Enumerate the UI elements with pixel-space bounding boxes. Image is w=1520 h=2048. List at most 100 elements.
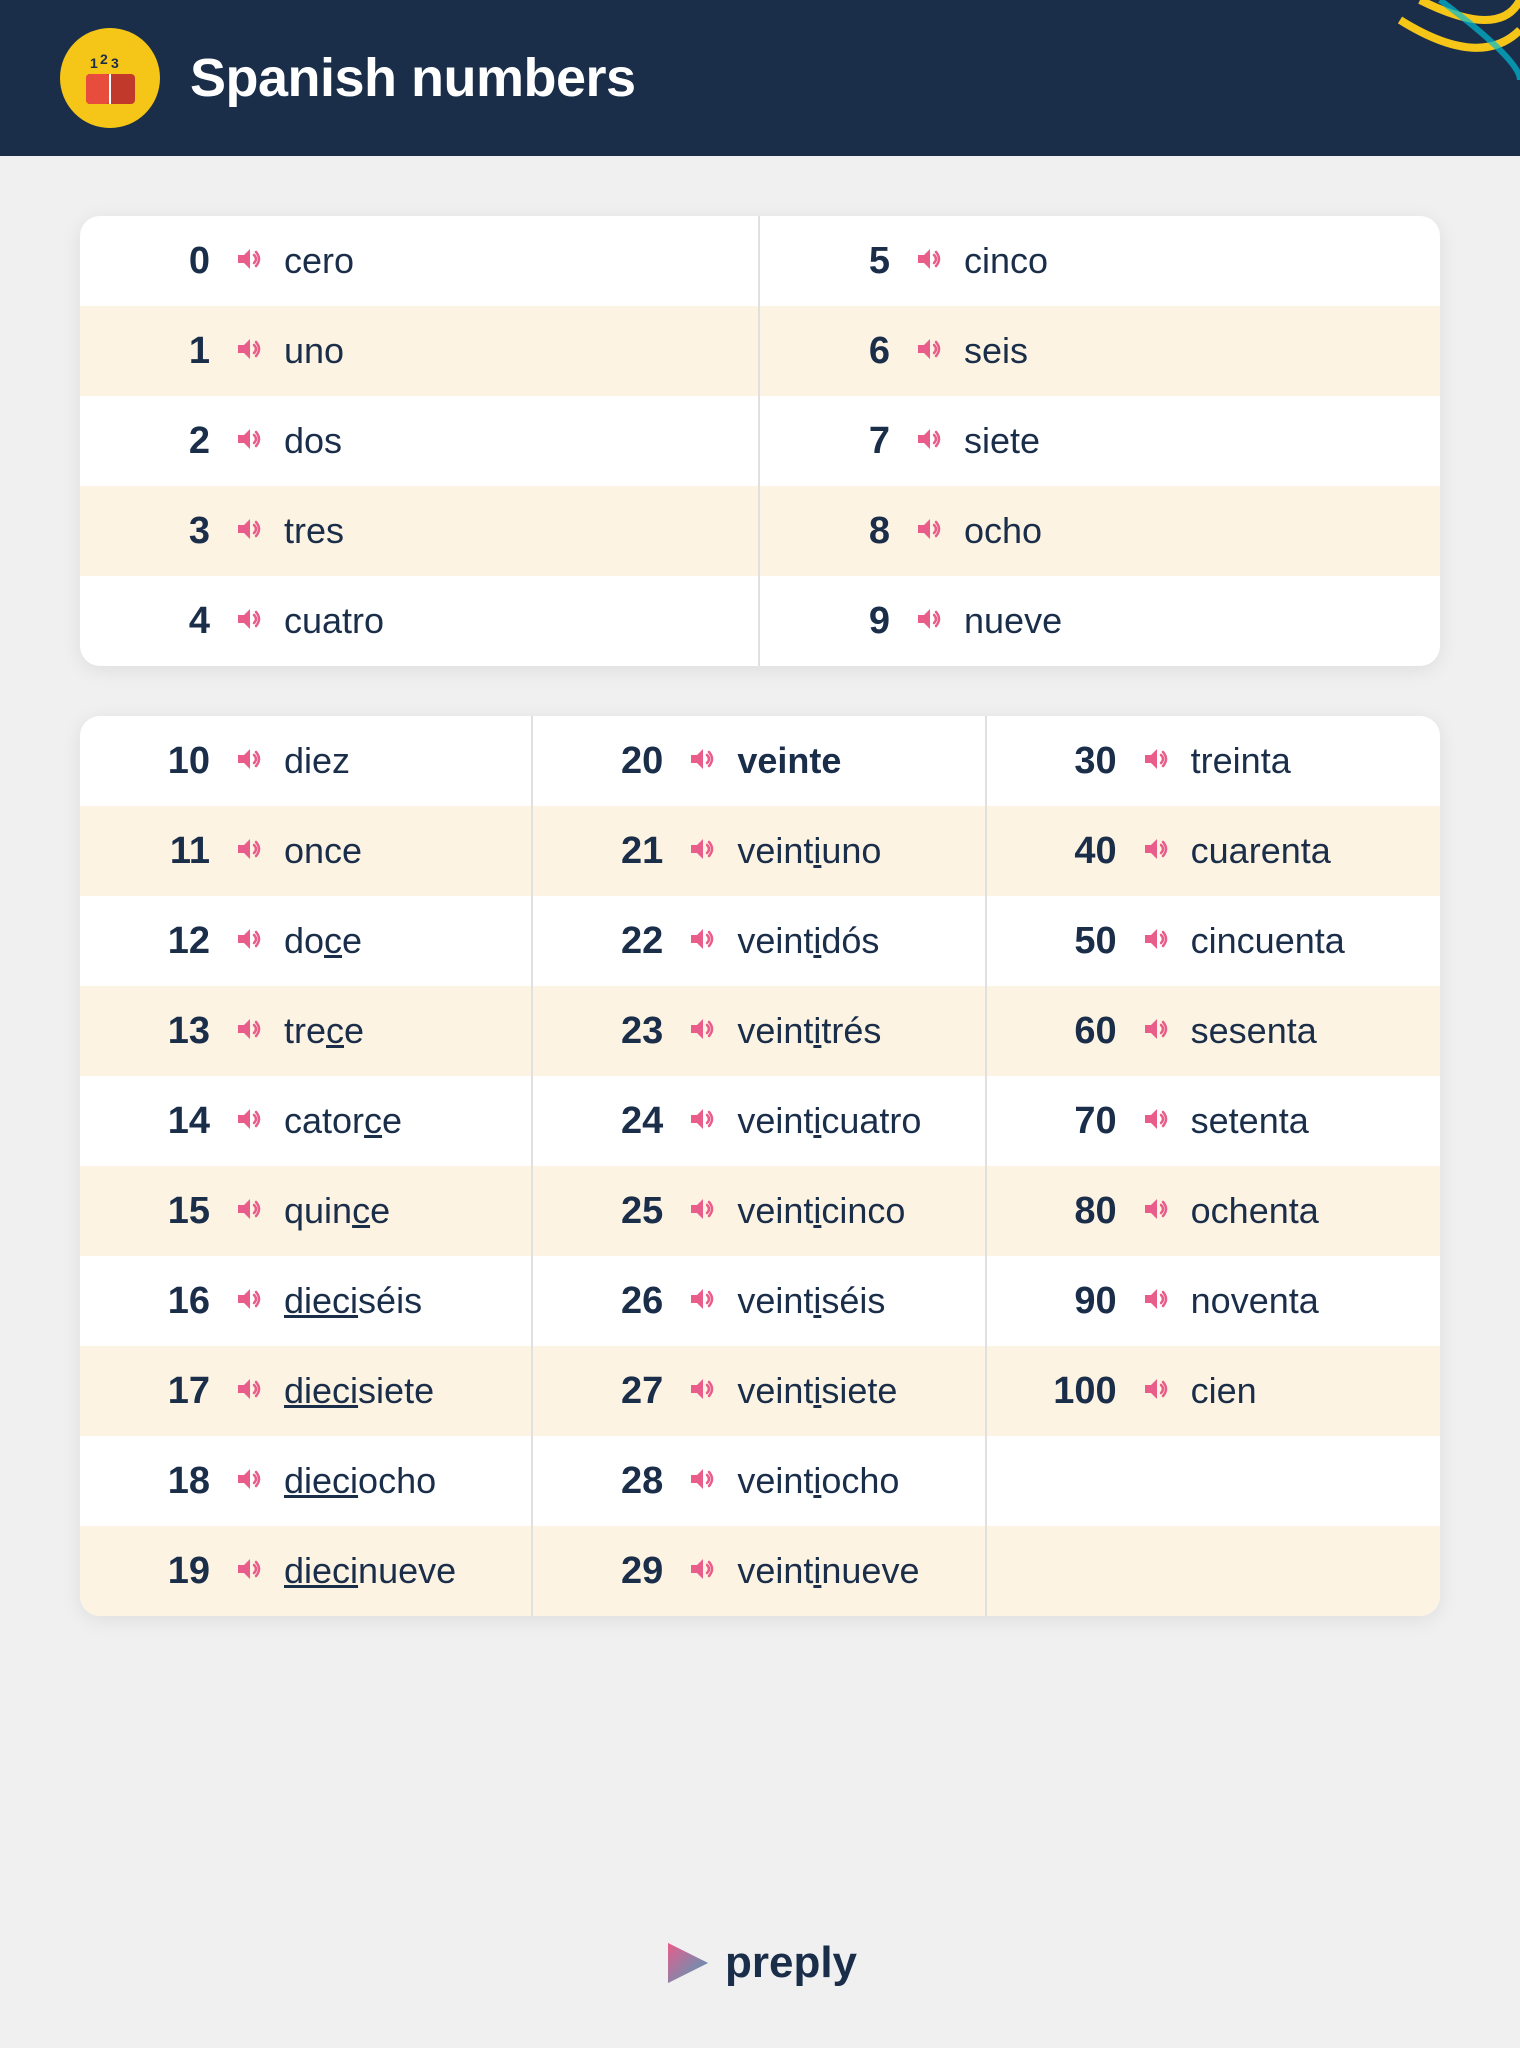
word-23: veintitrés <box>737 1010 881 1052</box>
num-7: 7 <box>800 420 890 463</box>
row-28: 28 veintiocho <box>533 1436 984 1526</box>
num-24: 24 <box>573 1100 663 1143</box>
audio-icon-5[interactable] <box>910 241 946 282</box>
num-1: 1 <box>120 330 210 373</box>
audio-icon-30[interactable] <box>1137 741 1173 782</box>
audio-icon-6[interactable] <box>910 331 946 372</box>
num-27: 27 <box>573 1370 663 1413</box>
audio-icon-7[interactable] <box>910 421 946 462</box>
num-15: 15 <box>120 1190 210 1233</box>
audio-icon-13[interactable] <box>230 1011 266 1052</box>
audio-icon-22[interactable] <box>683 921 719 962</box>
audio-icon-40[interactable] <box>1137 831 1173 872</box>
audio-icon-4[interactable] <box>230 601 266 642</box>
row-12: 12 doce <box>80 896 531 986</box>
word-0: cero <box>284 240 354 282</box>
audio-icon-8[interactable] <box>910 511 946 552</box>
svg-text:3: 3 <box>111 55 119 71</box>
num-19: 19 <box>120 1550 210 1593</box>
row-13: 13 trece <box>80 986 531 1076</box>
audio-icon-9[interactable] <box>910 601 946 642</box>
word-60: sesenta <box>1191 1010 1317 1052</box>
row-7: 7 siete <box>760 396 1440 486</box>
numbers-table-0-9: 0 cero 1 <box>80 216 1440 666</box>
row-5: 5 cinco <box>760 216 1440 306</box>
row-8: 8 ocho <box>760 486 1440 576</box>
audio-icon-100[interactable] <box>1137 1371 1173 1412</box>
row-11: 11 once <box>80 806 531 896</box>
audio-icon-18[interactable] <box>230 1461 266 1502</box>
audio-icon-70[interactable] <box>1137 1101 1173 1142</box>
audio-icon-10[interactable] <box>230 741 266 782</box>
row-16: 16 dieciséis <box>80 1256 531 1346</box>
audio-icon-29[interactable] <box>683 1551 719 1592</box>
row-6: 6 seis <box>760 306 1440 396</box>
audio-icon-60[interactable] <box>1137 1011 1173 1052</box>
word-10: diez <box>284 740 350 782</box>
row-10: 10 diez <box>80 716 531 806</box>
audio-icon-50[interactable] <box>1137 921 1173 962</box>
num-2: 2 <box>120 420 210 463</box>
num-11: 11 <box>120 830 210 873</box>
num-18: 18 <box>120 1460 210 1503</box>
row-50: 50 cincuenta <box>987 896 1440 986</box>
audio-icon-17[interactable] <box>230 1371 266 1412</box>
audio-icon-1[interactable] <box>230 331 266 372</box>
word-30: treinta <box>1191 740 1291 782</box>
audio-icon-21[interactable] <box>683 831 719 872</box>
preply-brand: preply <box>725 1938 857 1988</box>
row-23: 23 veintitrés <box>533 986 984 1076</box>
word-6: seis <box>964 330 1028 372</box>
num-25: 25 <box>573 1190 663 1233</box>
num-20: 20 <box>573 740 663 783</box>
row-4: 4 cuatro <box>80 576 758 666</box>
audio-icon-16[interactable] <box>230 1281 266 1322</box>
row-21: 21 veintiuno <box>533 806 984 896</box>
row-90: 90 noventa <box>987 1256 1440 1346</box>
num-30: 30 <box>1027 740 1117 783</box>
row-24: 24 veinticuatro <box>533 1076 984 1166</box>
row-20: 20 veinte <box>533 716 984 806</box>
row-26: 26 veintiséis <box>533 1256 984 1346</box>
num-22: 22 <box>573 920 663 963</box>
word-100: cien <box>1191 1370 1257 1412</box>
word-12: doce <box>284 920 362 962</box>
audio-icon-20[interactable] <box>683 741 719 782</box>
word-1: uno <box>284 330 344 372</box>
audio-icon-15[interactable] <box>230 1191 266 1232</box>
audio-icon-26[interactable] <box>683 1281 719 1322</box>
word-40: cuarenta <box>1191 830 1331 872</box>
audio-icon-0[interactable] <box>230 241 266 282</box>
audio-icon-24[interactable] <box>683 1101 719 1142</box>
main-content: 0 cero 1 <box>0 156 1520 1676</box>
audio-icon-12[interactable] <box>230 921 266 962</box>
audio-icon-27[interactable] <box>683 1371 719 1412</box>
word-11: once <box>284 830 362 872</box>
row-80: 80 ochenta <box>987 1166 1440 1256</box>
row-40: 40 cuarenta <box>987 806 1440 896</box>
row-14: 14 catorce <box>80 1076 531 1166</box>
word-3: tres <box>284 510 344 552</box>
preply-logo: preply <box>663 1938 857 1988</box>
audio-icon-3[interactable] <box>230 511 266 552</box>
num-6: 6 <box>800 330 890 373</box>
page-title: Spanish numbers <box>190 47 636 109</box>
audio-icon-2[interactable] <box>230 421 266 462</box>
audio-icon-90[interactable] <box>1137 1281 1173 1322</box>
audio-icon-11[interactable] <box>230 831 266 872</box>
num-10: 10 <box>120 740 210 783</box>
audio-icon-25[interactable] <box>683 1191 719 1232</box>
word-24: veinticuatro <box>737 1100 921 1142</box>
audio-icon-28[interactable] <box>683 1461 719 1502</box>
num-50: 50 <box>1027 920 1117 963</box>
audio-icon-23[interactable] <box>683 1011 719 1052</box>
audio-icon-14[interactable] <box>230 1101 266 1142</box>
num-28: 28 <box>573 1460 663 1503</box>
num-3: 3 <box>120 510 210 553</box>
word-28: veintiocho <box>737 1460 899 1502</box>
word-2: dos <box>284 420 342 462</box>
audio-icon-80[interactable] <box>1137 1191 1173 1232</box>
row-1: 1 uno <box>80 306 758 396</box>
audio-icon-19[interactable] <box>230 1551 266 1592</box>
col-10-19: 10 diez 11 once 12 doce <box>80 716 533 1616</box>
